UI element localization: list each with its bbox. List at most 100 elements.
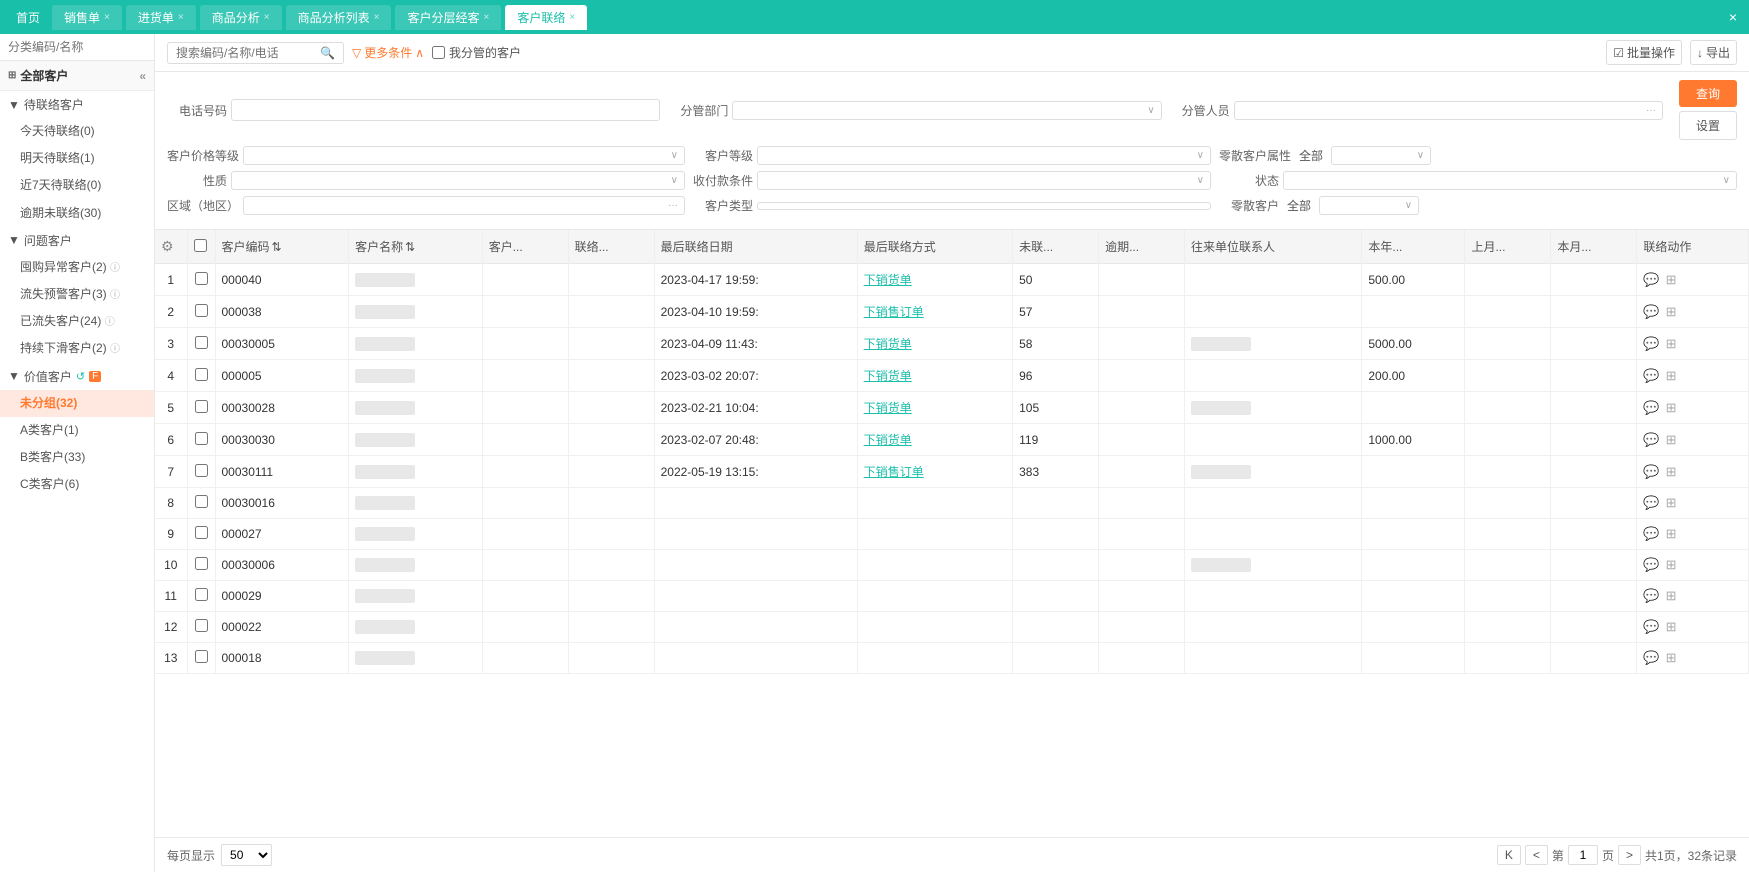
row-checkbox[interactable] [195,526,208,539]
row-checkbox[interactable] [195,432,208,445]
col-settings[interactable]: ⚙ [155,230,187,264]
chat-icon[interactable]: 💬 [1643,526,1659,542]
gear-icon[interactable]: ⚙ [161,238,174,254]
query-button[interactable]: 查询 [1679,80,1737,107]
grid-action-icon[interactable]: ⊞ [1666,368,1677,384]
contact-method-link[interactable]: 下销货单 [864,273,912,287]
page-size-select[interactable]: 50 20 100 [221,844,272,866]
customer-name[interactable] [349,296,483,328]
price-level-select[interactable]: ∨ [243,146,685,165]
customer-name[interactable] [349,550,483,581]
reset-button[interactable]: 设置 [1679,111,1737,140]
chat-icon[interactable]: 💬 [1643,400,1659,416]
row-checkbox-cell[interactable] [187,612,215,643]
sidebar-item-overdue-pending[interactable]: 逾期未联络(30) [0,200,154,227]
last-contact-method[interactable]: 下销货单 [857,360,1012,392]
row-checkbox[interactable] [195,368,208,381]
row-checkbox[interactable] [195,557,208,570]
customer-name[interactable] [349,488,483,519]
chat-icon[interactable]: 💬 [1643,495,1659,511]
my-customers-checkbox[interactable] [432,46,445,59]
grid-action-icon[interactable]: ⊞ [1666,304,1677,320]
grid-action-icon[interactable]: ⊞ [1666,588,1677,604]
last-contact-method[interactable]: 下销货单 [857,392,1012,424]
tab-product-analysis[interactable]: 商品分析 × [200,5,282,30]
row-checkbox-cell[interactable] [187,392,215,424]
chat-icon[interactable]: 💬 [1643,336,1659,352]
contact-method-link[interactable]: 下销货单 [864,337,912,351]
col-name[interactable]: 客户名称⇅ [349,230,483,264]
my-customers-filter[interactable]: 我分管的客户 [432,44,521,61]
sidebar-search-bar[interactable]: 🔍 [0,34,154,61]
row-checkbox[interactable] [195,619,208,632]
tab-customer-contact[interactable]: 客户联络 × [505,5,587,30]
row-checkbox[interactable] [195,272,208,285]
row-checkbox[interactable] [195,304,208,317]
chat-icon[interactable]: 💬 [1643,557,1659,573]
col-checkbox[interactable] [187,230,215,264]
row-checkbox-cell[interactable] [187,264,215,296]
last-contact-method[interactable] [857,581,1012,612]
grid-action-icon[interactable]: ⊞ [1666,650,1677,666]
chat-icon[interactable]: 💬 [1643,432,1659,448]
sidebar-item-class-c[interactable]: C类客户(6) [0,471,154,498]
grid-action-icon[interactable]: ⊞ [1666,336,1677,352]
row-checkbox-cell[interactable] [187,360,215,392]
row-checkbox[interactable] [195,588,208,601]
row-checkbox-cell[interactable] [187,328,215,360]
sidebar-item-class-b[interactable]: B类客户(33) [0,444,154,471]
sidebar-item-declining[interactable]: 持续下滑客户(2) ⓘ [0,335,154,362]
customer-level-select[interactable]: ∨ [757,146,1211,165]
sidebar-item-churn-warning[interactable]: 流失预警客户(3) ⓘ [0,281,154,308]
batch-operations-btn[interactable]: ☑ 批量操作 [1606,40,1682,65]
row-checkbox[interactable] [195,464,208,477]
row-checkbox[interactable] [195,495,208,508]
tab-product-analysis-list[interactable]: 商品分析列表 × [286,5,392,30]
tab-sales-order[interactable]: 销售单 × [52,5,122,30]
more-conditions-btn[interactable]: ▽ 更多条件 ∧ [352,44,424,61]
chat-icon[interactable]: 💬 [1643,304,1659,320]
close-icon[interactable]: × [264,12,270,23]
export-btn[interactable]: ↓ 导出 [1690,40,1737,65]
row-checkbox-cell[interactable] [187,456,215,488]
customer-name[interactable] [349,519,483,550]
page-input[interactable] [1568,845,1598,865]
grid-action-icon[interactable]: ⊞ [1666,526,1677,542]
row-checkbox[interactable] [195,650,208,663]
col-code[interactable]: 客户编码⇅ [215,230,349,264]
select-all-checkbox[interactable] [194,239,207,252]
tab-customer-segment[interactable]: 客户分层经客 × [395,5,501,30]
sidebar-item-ungrouped[interactable]: 未分组(32) [0,390,154,417]
sidebar-group-problem[interactable]: ▼ 问题客户 [0,227,154,254]
retail-attr-select[interactable]: ∨ [1331,146,1431,165]
chat-icon[interactable]: 💬 [1643,650,1659,666]
close-icon[interactable]: × [104,12,110,23]
customer-name[interactable] [349,424,483,456]
contact-method-link[interactable]: 下销货单 [864,401,912,415]
customer-name[interactable] [349,328,483,360]
contact-method-link[interactable]: 下销货单 [864,433,912,447]
last-contact-method[interactable]: 下销货单 [857,264,1012,296]
sidebar-item-7days-pending[interactable]: 近7天待联络(0) [0,172,154,199]
dept-select[interactable]: ∨ [732,101,1161,120]
sidebar-item-abnormal[interactable]: 囤购异常客户(2) ⓘ [0,254,154,281]
row-checkbox-cell[interactable] [187,424,215,456]
window-close-icon[interactable]: × [1725,5,1741,29]
last-contact-method[interactable]: 下销售订单 [857,456,1012,488]
row-checkbox-cell[interactable] [187,581,215,612]
grid-action-icon[interactable]: ⊞ [1666,272,1677,288]
chat-icon[interactable]: 💬 [1643,588,1659,604]
chat-icon[interactable]: 💬 [1643,368,1659,384]
grid-action-icon[interactable]: ⊞ [1666,400,1677,416]
sidebar-group-pending[interactable]: ▼ 待联络客户 [0,91,154,118]
contact-method-link[interactable]: 下销售订单 [864,305,924,319]
last-contact-method[interactable]: 下销售订单 [857,296,1012,328]
grid-action-icon[interactable]: ⊞ [1666,432,1677,448]
sidebar-item-churned[interactable]: 已流失客户(24) ⓘ [0,308,154,335]
close-icon[interactable]: × [178,12,184,23]
row-checkbox-cell[interactable] [187,550,215,581]
customer-name[interactable] [349,581,483,612]
retail-customer-select[interactable]: ∨ [1319,196,1419,215]
tab-purchase-order[interactable]: 进货单 × [126,5,196,30]
row-checkbox[interactable] [195,336,208,349]
